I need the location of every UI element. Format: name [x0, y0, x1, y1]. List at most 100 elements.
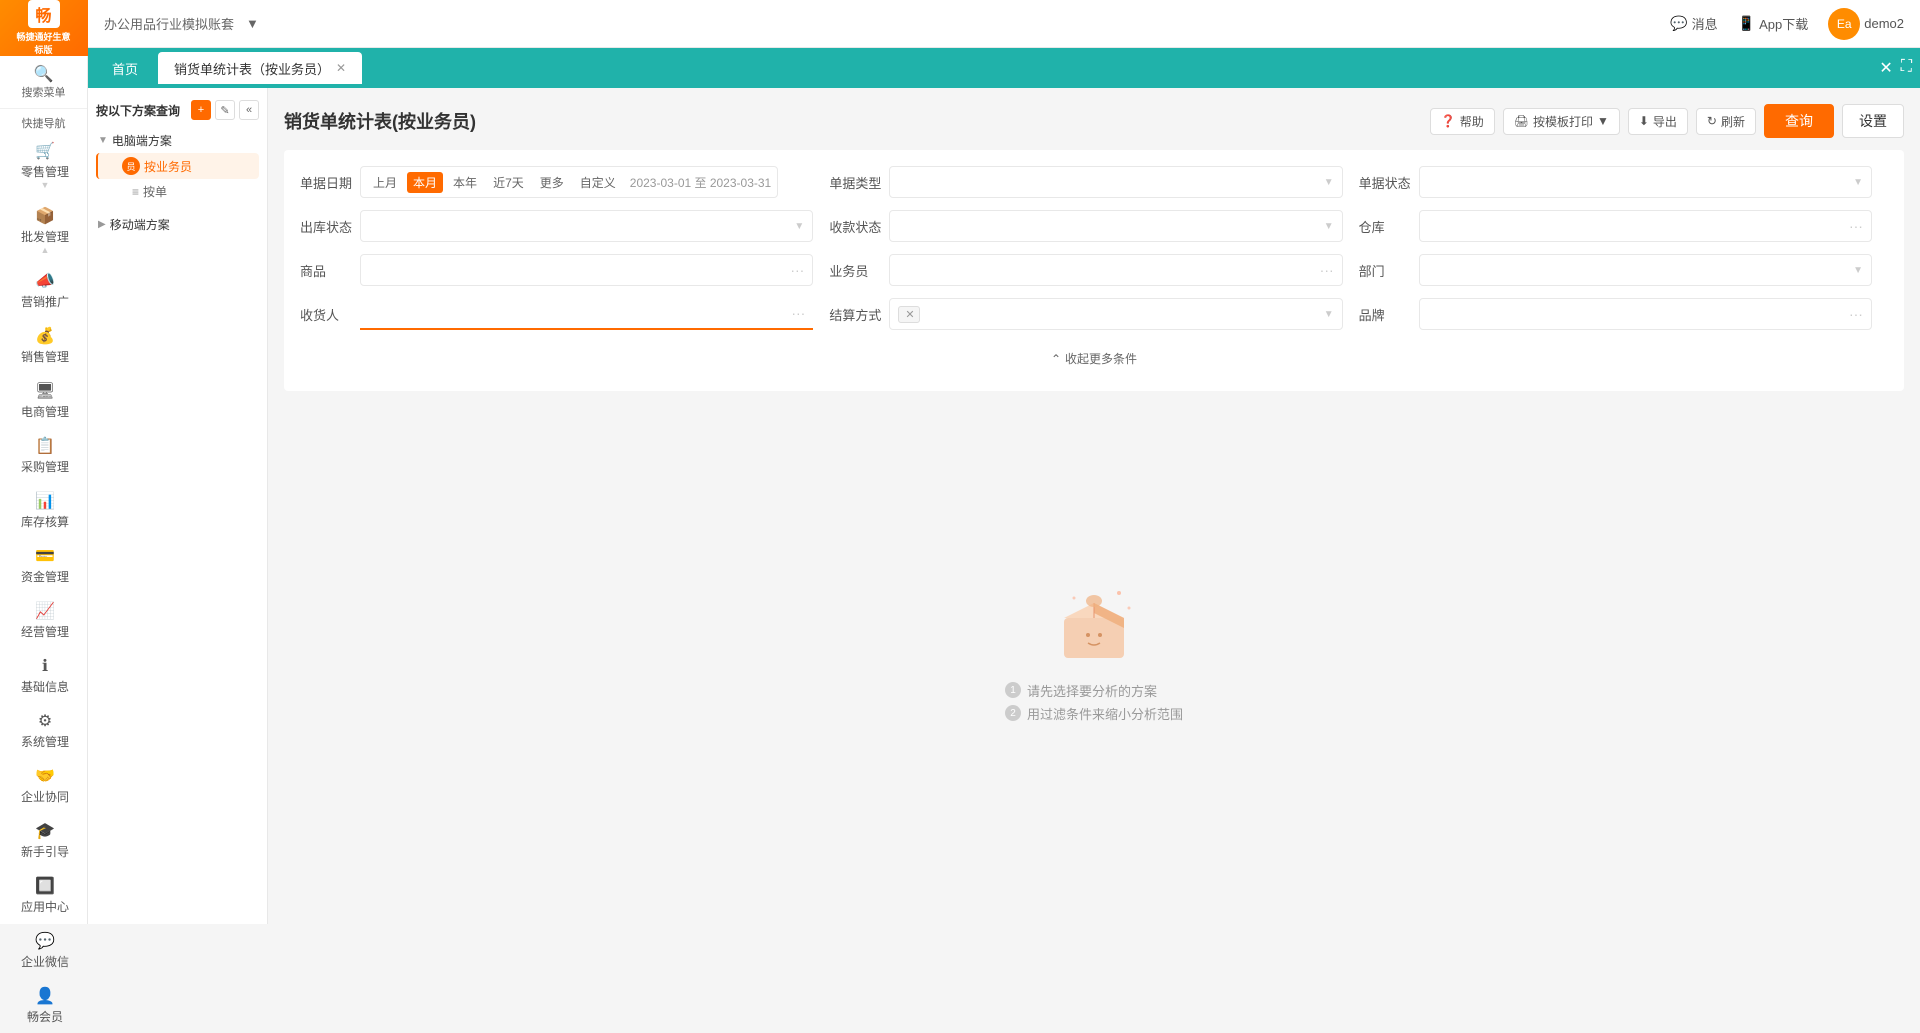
- settings-btn[interactable]: 设置: [1842, 104, 1904, 138]
- filter-area: 单据日期 上月 本月 本年 近7天 更多 自定义 2023-03-01 至 20…: [284, 150, 1904, 391]
- help-btn[interactable]: ❓ 帮助: [1430, 108, 1495, 135]
- filter-field-salesperson: 业务员 ···: [829, 254, 1358, 286]
- query-btn[interactable]: 查询: [1764, 104, 1834, 138]
- topbar-dropdown[interactable]: ▼: [246, 16, 259, 31]
- date-tabs: 上月 本月 本年 近7天 更多 自定义: [367, 172, 622, 193]
- warehouse-control[interactable]: ···: [1419, 210, 1872, 242]
- sidebar-search[interactable]: 🔍 搜索菜单: [0, 56, 87, 109]
- tab-sales-stats[interactable]: 销货单统计表（按业务员） ✕: [158, 52, 362, 84]
- panel-edit-btn[interactable]: ✎: [215, 100, 235, 120]
- collect-status-control[interactable]: ▼: [889, 210, 1342, 242]
- sidebar-item-purchase[interactable]: 📋 采购管理: [0, 428, 87, 483]
- topbar-right: 💬 消息 📱 App下载 Ea demo2: [1670, 8, 1904, 40]
- print-label: 按模板打印: [1533, 113, 1593, 130]
- panel-collapse-btn[interactable]: «: [239, 100, 259, 120]
- sidebar-item-wechat[interactable]: 💬 企业微信: [0, 923, 87, 978]
- doc-status-arrow-icon: ▼: [1853, 177, 1863, 188]
- sidebar-item-apps[interactable]: 🔲 应用中心: [0, 868, 87, 923]
- print-btn[interactable]: 🖨 按模板打印 ▼: [1503, 108, 1620, 135]
- sidebar-item-sales[interactable]: 💰 销售管理: [0, 318, 87, 373]
- sidebar-item-ecommerce[interactable]: 🖥 电商管理: [0, 373, 87, 428]
- tip-num-1: 1: [1005, 682, 1021, 698]
- mobile-group-label[interactable]: ▶ 移动端方案: [96, 212, 259, 237]
- warehouse-dots-icon: ···: [1849, 218, 1863, 234]
- refresh-icon: ↻: [1707, 114, 1717, 128]
- filter-field-settlement: 结算方式 ✕ ▼: [829, 298, 1358, 330]
- date-tab-this-year[interactable]: 本年: [447, 172, 483, 193]
- date-tab-7days[interactable]: 近7天: [487, 172, 530, 193]
- ecommerce-icon: 🖥: [35, 381, 55, 401]
- goods-dots-icon: ···: [790, 262, 804, 278]
- sidebar-search-label: 搜索菜单: [22, 87, 66, 99]
- goods-control[interactable]: ···: [360, 254, 813, 286]
- right-content: 销货单统计表(按业务员) ❓ 帮助 🖨 按模板打印 ▼ ⬇ 导出: [268, 88, 1920, 924]
- sidebar-item-operation[interactable]: 📈 经营管理: [0, 593, 87, 648]
- brand-control[interactable]: ···: [1419, 298, 1872, 330]
- sidebar-item-label: 畅会员: [27, 1008, 63, 1025]
- sidebar-item-member[interactable]: 👤 畅会员: [0, 978, 87, 1033]
- filter-field-consignee: 收货人 ···: [300, 298, 829, 330]
- out-status-control[interactable]: ▼: [360, 210, 813, 242]
- page-header: 销货单统计表(按业务员) ❓ 帮助 🖨 按模板打印 ▼ ⬇ 导出: [284, 104, 1904, 138]
- sidebar-item-enterprise[interactable]: 🤝 企业协同: [0, 758, 87, 813]
- tab-home[interactable]: 首页: [96, 52, 154, 84]
- salesperson-dots-icon: ···: [1320, 262, 1334, 278]
- empty-state: 1 请先选择要分析的方案 2 用过滤条件来缩小分析范围: [284, 391, 1904, 908]
- export-btn[interactable]: ⬇ 导出: [1628, 108, 1688, 135]
- doc-status-control[interactable]: ▼: [1419, 166, 1872, 198]
- tree-sub-item-by-order[interactable]: ≡ 按单: [96, 179, 259, 204]
- date-tab-more[interactable]: 更多: [534, 172, 570, 193]
- print-arrow-icon: ▼: [1597, 114, 1609, 128]
- tab-close-all-icon[interactable]: ✕: [1879, 58, 1892, 78]
- topbar-title: 办公用品行业模拟账套: [104, 14, 234, 33]
- tab-home-label: 首页: [112, 59, 138, 78]
- member-icon: 👤: [35, 986, 55, 1006]
- query-label: 查询: [1785, 111, 1813, 131]
- sidebar-item-marketing[interactable]: 📣 营销推广: [0, 263, 87, 318]
- sidebar-item-retail[interactable]: 🛒 零售管理 ▼: [0, 133, 87, 198]
- filter-field-collect-status: 收款状态 ▼: [829, 210, 1358, 242]
- export-label: 导出: [1653, 113, 1677, 130]
- date-tab-custom[interactable]: 自定义: [574, 172, 622, 193]
- system-icon: ⚙: [38, 711, 52, 731]
- wholesale-icon: 📦: [35, 206, 55, 226]
- settlement-tag-close-icon[interactable]: ✕: [905, 308, 914, 321]
- sidebar-item-wholesale[interactable]: 📦 批发管理 ▲: [0, 198, 87, 263]
- consignee-control[interactable]: ···: [360, 298, 813, 330]
- warehouse-label: 仓库: [1359, 217, 1411, 236]
- refresh-btn[interactable]: ↻ 刷新: [1696, 108, 1756, 135]
- department-control[interactable]: ▼: [1419, 254, 1872, 286]
- desktop-group-label[interactable]: ▼ 电脑端方案: [96, 128, 259, 153]
- sidebar-item-finance[interactable]: 💳 资金管理: [0, 538, 87, 593]
- message-icon: 💬: [1670, 15, 1687, 32]
- main-area: 办公用品行业模拟账套 ▼ 💬 消息 📱 App下载 Ea demo2 首页: [88, 0, 1920, 924]
- date-tab-last-month[interactable]: 上月: [367, 172, 403, 193]
- filter-field-goods: 商品 ···: [300, 254, 829, 286]
- tab-close-icon[interactable]: ✕: [336, 61, 346, 75]
- settlement-control[interactable]: ✕ ▼: [889, 298, 1342, 330]
- date-control[interactable]: 上月 本月 本年 近7天 更多 自定义 2023-03-01 至 2023-03…: [360, 166, 778, 198]
- user-name: demo2: [1864, 16, 1904, 31]
- tab-expand-icon[interactable]: ⛶: [1901, 58, 1912, 78]
- salesperson-control[interactable]: ···: [889, 254, 1342, 286]
- doc-type-control[interactable]: ▼: [889, 166, 1342, 198]
- user-menu[interactable]: Ea demo2: [1828, 8, 1904, 40]
- collect-status-label: 收款状态: [829, 217, 881, 236]
- marketing-icon: 📣: [35, 271, 55, 291]
- sidebar-item-system[interactable]: ⚙ 系统管理: [0, 703, 87, 758]
- app-download-btn[interactable]: 📱 App下载: [1738, 14, 1809, 33]
- empty-tip-2: 2 用过滤条件来缩小分析范围: [1005, 704, 1183, 723]
- sidebar-item-basic[interactable]: ℹ 基础信息: [0, 648, 87, 703]
- sidebar-item-newbie[interactable]: 🎓 新手引导: [0, 813, 87, 868]
- tree-item-by-salesperson[interactable]: 员 按业务员: [96, 153, 259, 179]
- mobile-group: ▶ 移动端方案: [96, 212, 259, 237]
- message-btn[interactable]: 💬 消息: [1670, 14, 1717, 33]
- panel-add-btn[interactable]: +: [191, 100, 211, 120]
- date-tab-this-month[interactable]: 本月: [407, 172, 443, 193]
- content-area: 按以下方案查询 + ✎ « ▼ 电脑端方案 员 按业务员 ≡ 按: [88, 88, 1920, 924]
- sidebar-item-label: 资金管理: [21, 568, 69, 585]
- sidebar-item-inventory[interactable]: 📊 库存核算: [0, 483, 87, 538]
- filter-row-3: 商品 ··· 业务员 ··· 部门 ▼: [300, 254, 1888, 286]
- collapse-row[interactable]: ⌃ 收起更多条件: [300, 342, 1888, 375]
- logo-subtitle: 标版: [34, 43, 52, 56]
